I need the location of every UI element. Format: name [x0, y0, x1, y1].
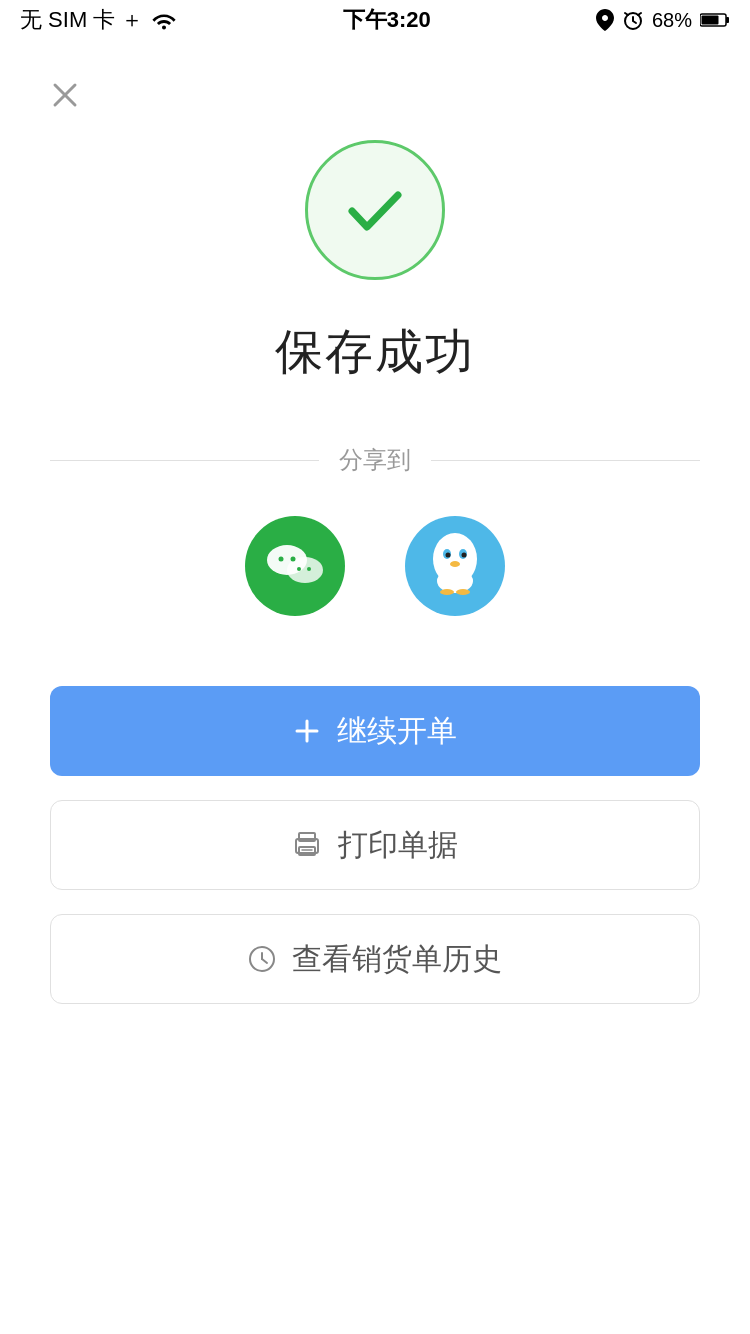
share-divider: 分享到	[50, 444, 700, 476]
svg-point-8	[279, 557, 284, 562]
svg-point-16	[461, 553, 466, 558]
action-buttons: 继续开单 打印单据	[50, 686, 700, 1004]
clock-icon	[248, 945, 276, 973]
print-label: 打印单据	[338, 825, 458, 866]
svg-point-10	[297, 567, 301, 571]
status-bar: 无 SIM 卡 ＋ 下午3:20 68%	[0, 0, 750, 40]
battery-icon	[700, 12, 730, 28]
share-icons-row	[50, 516, 700, 616]
wechat-share-button[interactable]	[245, 516, 345, 616]
sim-status: 无 SIM 卡 ＋	[20, 5, 143, 35]
svg-point-11	[307, 567, 311, 571]
qq-share-button[interactable]	[405, 516, 505, 616]
wechat-icon	[265, 540, 325, 592]
svg-point-19	[440, 589, 454, 595]
alarm-icon	[622, 9, 644, 31]
svg-line-30	[262, 959, 267, 963]
svg-point-18	[437, 569, 473, 593]
svg-rect-2	[726, 17, 729, 23]
success-circle	[305, 140, 445, 280]
svg-point-9	[291, 557, 296, 562]
continue-button[interactable]: 继续开单	[50, 686, 700, 776]
svg-rect-3	[702, 16, 719, 25]
plus-svg	[293, 717, 321, 745]
plus-icon	[293, 717, 321, 745]
checkmark-icon	[340, 175, 410, 245]
svg-point-17	[450, 561, 460, 567]
main-content: 保存成功 分享到	[0, 120, 750, 1334]
history-label: 查看销货单历史	[292, 939, 502, 980]
divider-line-left	[50, 460, 319, 461]
continue-label: 继续开单	[337, 711, 457, 752]
clock-svg	[248, 945, 276, 973]
qq-icon	[423, 531, 488, 601]
status-right: 68%	[596, 9, 730, 32]
printer-icon	[292, 831, 322, 859]
svg-point-14	[445, 553, 450, 558]
location-icon	[596, 9, 614, 31]
svg-point-20	[456, 589, 470, 595]
status-left: 无 SIM 卡 ＋	[20, 5, 177, 35]
battery-percent: 68%	[652, 9, 692, 32]
printer-svg	[292, 831, 322, 859]
status-time: 下午3:20	[343, 5, 431, 35]
close-button[interactable]	[40, 70, 90, 120]
print-button[interactable]: 打印单据	[50, 800, 700, 890]
wifi-icon	[151, 10, 177, 30]
divider-line-right	[431, 460, 700, 461]
close-icon	[49, 79, 81, 111]
success-title: 保存成功	[275, 320, 475, 384]
history-button[interactable]: 查看销货单历史	[50, 914, 700, 1004]
share-label: 分享到	[339, 444, 411, 476]
